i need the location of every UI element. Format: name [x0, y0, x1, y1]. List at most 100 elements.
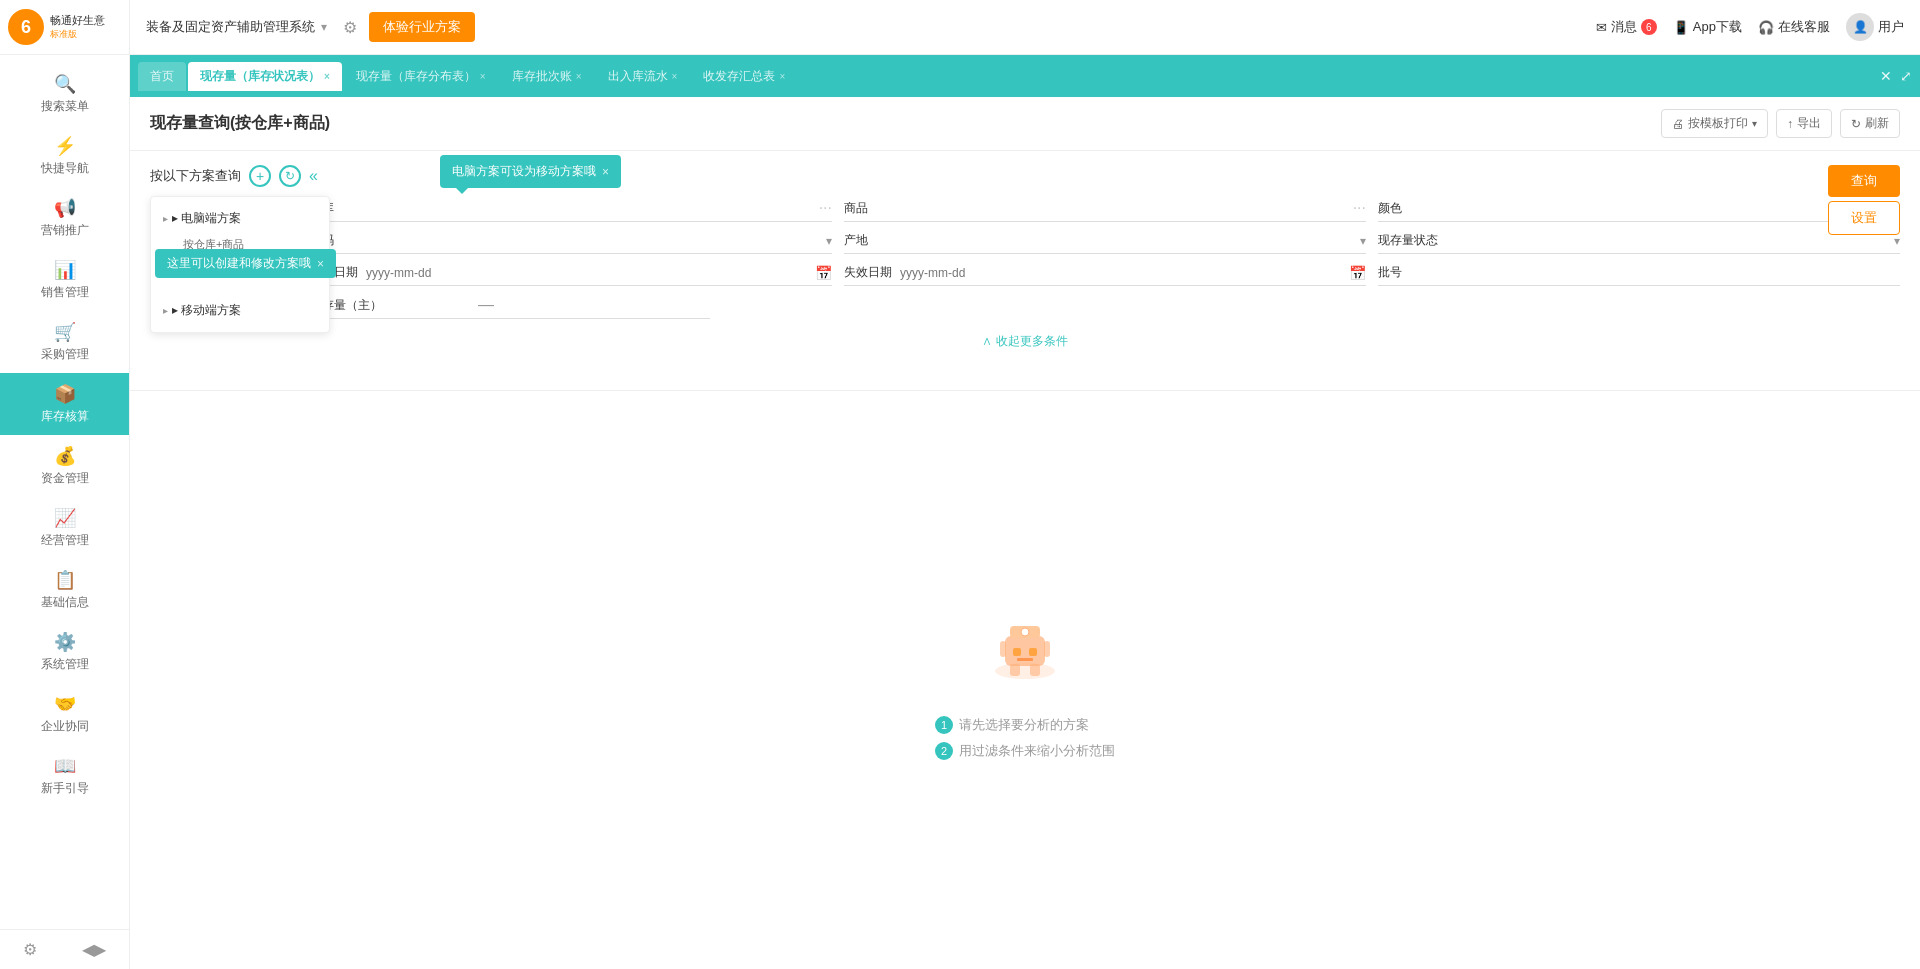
- tab-close-all-icon[interactable]: ✕: [1880, 68, 1892, 84]
- filter-row-2: 尺码 ▾ 产地 ▾ 现存量状态 ▾: [310, 232, 1900, 254]
- tab-batch-label: 库存批次账: [512, 68, 572, 85]
- svg-rect-2: [1013, 648, 1021, 656]
- stock-qty-from[interactable]: [388, 298, 468, 312]
- topbar-gear-icon[interactable]: ⚙: [343, 18, 357, 37]
- origin-input[interactable]: [900, 234, 1354, 248]
- sidebar-bottom: ⚙ ◀▶: [0, 929, 129, 969]
- warehouse-dots-icon[interactable]: ···: [819, 199, 832, 217]
- origin-chevron-icon[interactable]: ▾: [1360, 234, 1366, 248]
- print-label: 按模板打印: [1688, 115, 1748, 132]
- exp-date-input[interactable]: [900, 266, 1343, 280]
- tab-controls: ✕ ⤢: [1880, 68, 1912, 84]
- sidebar-item-marketing[interactable]: 📢 营销推广: [0, 187, 129, 249]
- messages-btn[interactable]: ✉ 消息 6: [1596, 18, 1657, 36]
- sidebar-item-inventory[interactable]: 📦 库存核算: [0, 373, 129, 435]
- print-btn[interactable]: 🖨 按模板打印 ▾: [1661, 109, 1768, 138]
- sidebar-item-operations[interactable]: 📈 经营管理: [0, 497, 129, 559]
- stock-status-chevron-icon[interactable]: ▾: [1894, 234, 1900, 248]
- search-icon: 🔍: [54, 73, 76, 95]
- tab-inventory-status[interactable]: 现存量（库存状况表） ×: [188, 62, 342, 91]
- sidebar-item-sales[interactable]: 📊 销售管理: [0, 249, 129, 311]
- user-btn[interactable]: 👤 用户: [1846, 13, 1904, 41]
- collapse-label: ∧ 收起更多条件: [982, 334, 1067, 348]
- system-selector[interactable]: 装备及固定资产辅助管理系统 ▾: [146, 18, 327, 36]
- tab-close-inventory-dist[interactable]: ×: [480, 71, 486, 82]
- filter-field-warehouse: 仓库 ···: [310, 199, 832, 222]
- online-service-btn[interactable]: 🎧 在线客服: [1758, 18, 1830, 36]
- filter-arrow-button[interactable]: «: [309, 167, 318, 185]
- filter-field-mfg-date: 生产日期 📅: [310, 264, 832, 286]
- svg-rect-9: [1010, 664, 1020, 676]
- sidebar-item-search[interactable]: 🔍 搜索菜单: [0, 63, 129, 125]
- tab-home[interactable]: 首页: [138, 62, 186, 91]
- stock-status-input[interactable]: [1444, 234, 1888, 248]
- reset-button[interactable]: 设置: [1828, 201, 1900, 235]
- empty-illustration: [975, 596, 1075, 696]
- color-input[interactable]: [1434, 201, 1869, 215]
- filter-circle-button[interactable]: ↻: [279, 165, 301, 187]
- tab-close-inventory-status[interactable]: ×: [324, 71, 330, 82]
- page-title: 现存量查询(按仓库+商品): [150, 113, 330, 134]
- sidebar-collapse-icon[interactable]: ◀▶: [82, 940, 106, 959]
- refresh-btn[interactable]: ↻ 刷新: [1840, 109, 1900, 138]
- filter-area: 按以下方案查询 + ↻ « 电脑方案可设为移动方案哦 × ▸ ▸ 电脑端方案: [130, 151, 1920, 391]
- filter-field-batch: 批号: [1378, 264, 1900, 286]
- sidebar-item-quicknav[interactable]: ⚡ 快捷导航: [0, 125, 129, 187]
- sidebar-label-marketing: 营销推广: [41, 222, 89, 239]
- export-btn[interactable]: ↑ 导出: [1776, 109, 1832, 138]
- tooltip1-close[interactable]: ×: [602, 165, 609, 179]
- tooltip1-text: 电脑方案可设为移动方案哦: [452, 163, 596, 180]
- query-button[interactable]: 查询: [1828, 165, 1900, 197]
- svg-rect-1: [1005, 636, 1045, 666]
- svg-point-6: [1021, 628, 1029, 636]
- collapse-bar[interactable]: ∧ 收起更多条件: [150, 329, 1900, 354]
- tooltip-create-scheme: 这里可以创建和修改方案哦 ×: [155, 249, 336, 278]
- headset-icon: 🎧: [1758, 20, 1774, 35]
- industry-btn[interactable]: 体验行业方案: [369, 12, 475, 42]
- sidebar-label-collab: 企业协同: [41, 718, 89, 735]
- stock-qty-to[interactable]: [504, 298, 584, 312]
- exp-date-cal-icon[interactable]: 📅: [1349, 265, 1366, 281]
- mfg-date-cal-icon[interactable]: 📅: [815, 265, 832, 281]
- scheme-tree: ▸ ▸ 电脑端方案 按仓库+商品 这里可以创建和修改方案哦 ×: [150, 196, 330, 333]
- sidebar-item-purchase[interactable]: 🛒 采购管理: [0, 311, 129, 373]
- tab-summary[interactable]: 收发存汇总表 ×: [691, 62, 797, 91]
- megaphone-icon: 📢: [54, 197, 76, 219]
- filter-row-1: 仓库 ··· 商品 ··· 颜色 ··· ▾: [310, 199, 1900, 222]
- tab-inventory-status-label: 现存量（库存状况表）: [200, 68, 320, 85]
- scheme-label-pc: ▸ 电脑端方案: [172, 210, 241, 227]
- filter-field-size: 尺码 ▾: [310, 232, 832, 254]
- tab-maximize-icon[interactable]: ⤢: [1900, 68, 1912, 84]
- size-chevron-icon[interactable]: ▾: [826, 234, 832, 248]
- filter-add-button[interactable]: +: [249, 165, 271, 187]
- sidebar-gear-icon[interactable]: ⚙: [23, 940, 37, 959]
- goods-input[interactable]: [900, 201, 1347, 215]
- sidebar-item-collab[interactable]: 🤝 企业协同: [0, 683, 129, 745]
- filter-field-stock-status: 现存量状态 ▾: [1378, 232, 1900, 254]
- goods-dots-icon[interactable]: ···: [1353, 199, 1366, 217]
- mfg-date-input[interactable]: [366, 266, 809, 280]
- scheme-item-mobile[interactable]: ▸ ▸ 移动端方案: [151, 297, 329, 324]
- tab-flow[interactable]: 出入库流水 ×: [596, 62, 690, 91]
- tab-close-batch[interactable]: ×: [576, 71, 582, 82]
- sidebar-item-basics[interactable]: 📋 基础信息: [0, 559, 129, 621]
- size-input[interactable]: [366, 234, 820, 248]
- tab-batch-account[interactable]: 库存批次账 ×: [500, 62, 594, 91]
- tab-close-flow[interactable]: ×: [672, 71, 678, 82]
- user-label: 用户: [1878, 18, 1904, 36]
- sidebar-item-finance[interactable]: 💰 资金管理: [0, 435, 129, 497]
- warehouse-input[interactable]: [366, 201, 813, 215]
- page-header: 现存量查询(按仓库+商品) 🖨 按模板打印 ▾ ↑ 导出 ↻ 刷新: [130, 97, 1920, 151]
- refresh-icon: ↻: [1851, 117, 1861, 131]
- batch-input[interactable]: [1434, 266, 1900, 280]
- app-download-btn[interactable]: 📱 App下载: [1673, 18, 1742, 36]
- tooltip2-close[interactable]: ×: [317, 257, 324, 271]
- scheme-item-pc[interactable]: ▸ ▸ 电脑端方案: [151, 205, 329, 232]
- filter-field-origin: 产地 ▾: [844, 232, 1366, 254]
- sidebar-item-settings[interactable]: ⚙️ 系统管理: [0, 621, 129, 683]
- tab-inventory-dist[interactable]: 现存量（库存分布表） ×: [344, 62, 498, 91]
- tab-close-summary[interactable]: ×: [779, 71, 785, 82]
- sidebar: 6 畅通好生意 标准版 🔍 搜索菜单 ⚡ 快捷导航 📢 营销推广 📊 销售管理 …: [0, 0, 130, 969]
- sidebar-item-guide[interactable]: 📖 新手引导: [0, 745, 129, 807]
- online-service-label: 在线客服: [1778, 18, 1830, 36]
